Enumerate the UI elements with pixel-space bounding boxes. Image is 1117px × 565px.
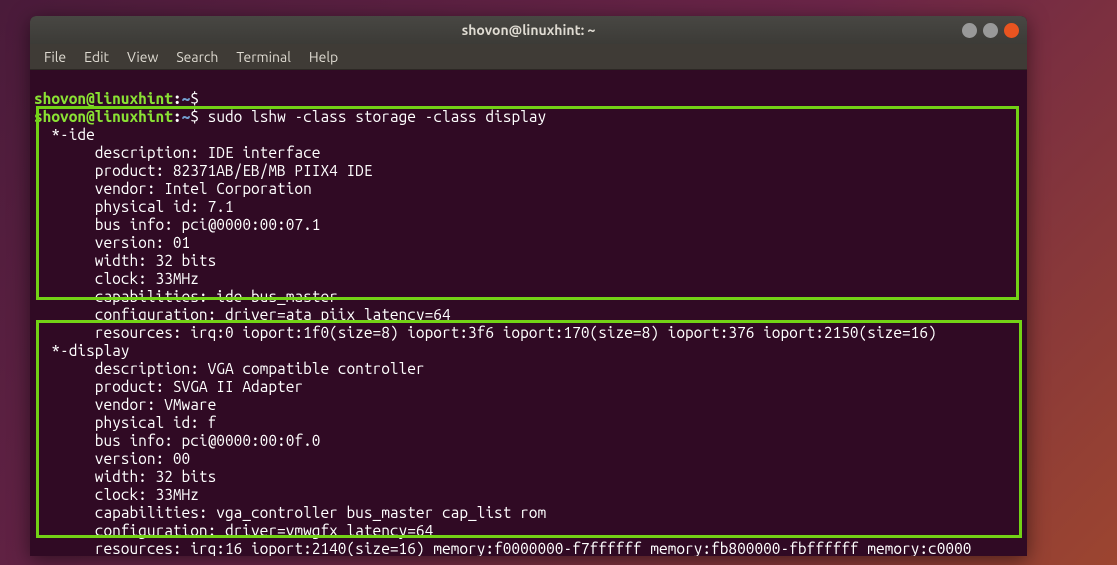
output-line: description: VGA compatible controller xyxy=(34,360,425,377)
output-line: description: IDE interface xyxy=(34,144,320,161)
output-line: capabilities: ide bus_master xyxy=(34,288,338,305)
output-line: clock: 33MHz xyxy=(34,486,199,503)
output-line: width: 32 bits xyxy=(34,468,216,485)
window-controls xyxy=(962,23,1019,38)
output-line: bus info: pci@0000:00:07.1 xyxy=(34,216,320,233)
output-line: product: 82371AB/EB/MB PIIX4 IDE xyxy=(34,162,373,179)
prompt-dollar: $ xyxy=(190,90,199,107)
command-lshw: sudo lshw -class storage -class display xyxy=(208,108,547,125)
titlebar: shovon@linuxhint: ~ xyxy=(30,16,1027,44)
close-button[interactable] xyxy=(1004,23,1019,38)
output-line: clock: 33MHz xyxy=(34,270,199,287)
prompt-path: ~ xyxy=(182,90,191,107)
menu-file[interactable]: File xyxy=(36,47,74,67)
menu-help[interactable]: Help xyxy=(301,47,346,67)
output-line: version: 00 xyxy=(34,450,190,467)
output-display-header: *-display xyxy=(34,342,129,359)
prompt-path: ~ xyxy=(182,108,191,125)
window-title: shovon@linuxhint: ~ xyxy=(462,22,596,38)
output-line: capabilities: vga_controller bus_master … xyxy=(34,504,546,521)
output-line: configuration: driver=vmwgfx latency=64 xyxy=(34,522,433,539)
prompt-dollar: $ xyxy=(190,108,199,125)
prompt-user: shovon@linuxhint xyxy=(34,90,173,107)
output-line: vendor: VMware xyxy=(34,396,216,413)
output-line: width: 32 bits xyxy=(34,252,216,269)
output-line: bus info: pci@0000:00:0f.0 xyxy=(34,432,320,449)
menu-edit[interactable]: Edit xyxy=(76,47,117,67)
output-line: resources: irq:16 ioport:2140(size=16) m… xyxy=(34,540,971,556)
prompt-colon: : xyxy=(173,108,182,125)
output-line: product: SVGA II Adapter xyxy=(34,378,303,395)
output-line: vendor: Intel Corporation xyxy=(34,180,312,197)
output-line: physical id: f xyxy=(34,414,216,431)
menu-search[interactable]: Search xyxy=(168,47,226,67)
output-line: version: 01 xyxy=(34,234,190,251)
terminal-window: shovon@linuxhint: ~ File Edit View Searc… xyxy=(30,16,1027,556)
minimize-button[interactable] xyxy=(962,23,977,38)
prompt-colon: : xyxy=(173,90,182,107)
output-ide-header: *-ide xyxy=(34,126,95,143)
terminal-content[interactable]: shovon@linuxhint:~$ shovon@linuxhint:~$ … xyxy=(30,70,1027,556)
output-line: resources: irq:0 ioport:1f0(size=8) iopo… xyxy=(34,324,937,341)
output-line: configuration: driver=ata_piix latency=6… xyxy=(34,306,451,323)
menubar: File Edit View Search Terminal Help xyxy=(30,44,1027,70)
menu-view[interactable]: View xyxy=(119,47,166,67)
maximize-button[interactable] xyxy=(983,23,998,38)
prompt-user: shovon@linuxhint xyxy=(34,108,173,125)
output-line: physical id: 7.1 xyxy=(34,198,234,215)
menu-terminal[interactable]: Terminal xyxy=(228,47,299,67)
